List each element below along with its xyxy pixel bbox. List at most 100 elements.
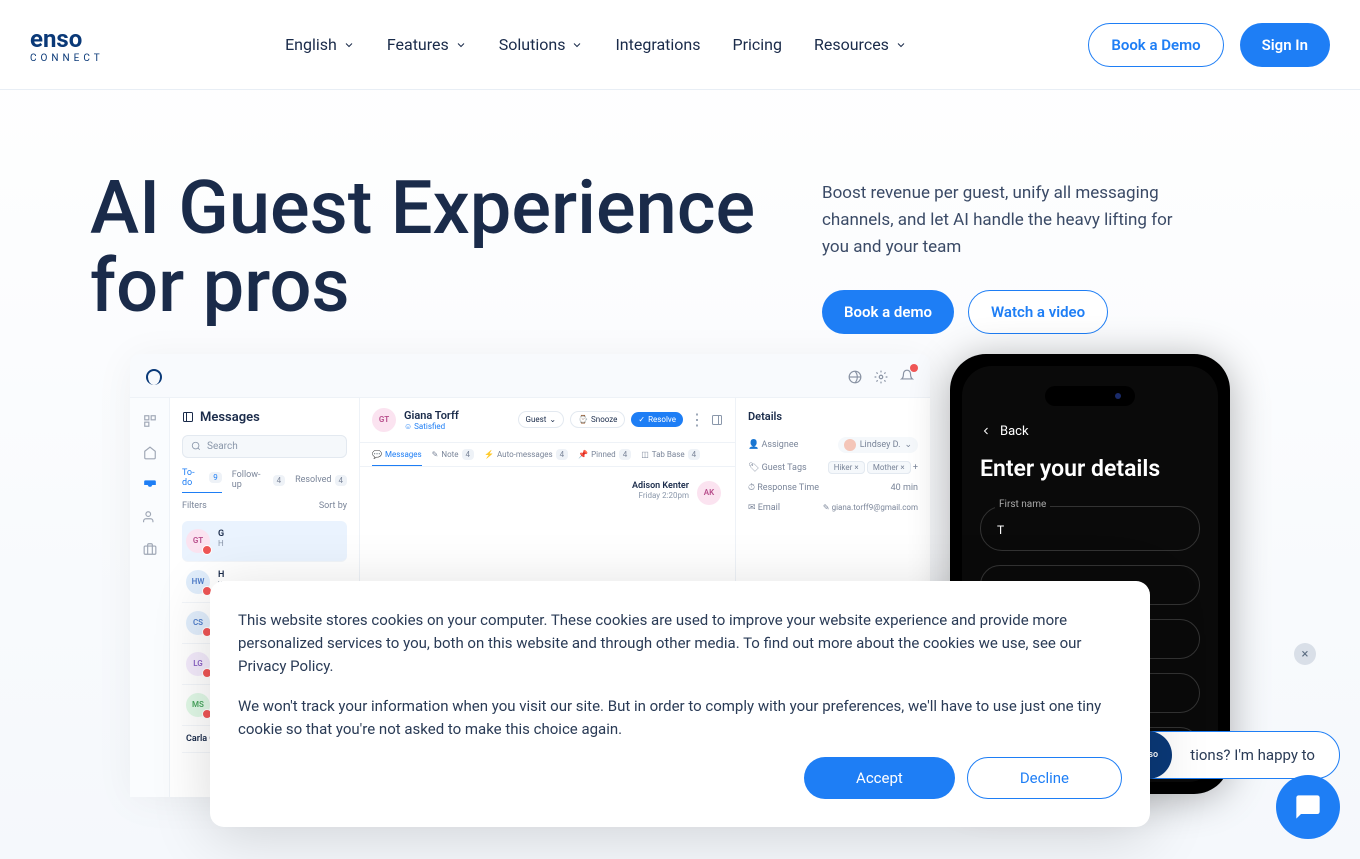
convo-avatar: LG	[186, 652, 210, 676]
filters-label: Filters	[182, 501, 207, 511]
mock-nav-rail	[130, 398, 170, 797]
chat-tabs: 💬 Messages ✎ Note 4 ⚡ Auto-messages 4 📌 …	[360, 443, 735, 467]
phone-first-name-field: First name T	[980, 506, 1200, 551]
phone-first-name-value: T	[997, 523, 1004, 537]
hero-book-demo-button[interactable]: Book a demo	[822, 290, 954, 334]
logo-top: enso	[30, 25, 82, 53]
conversation-search: Search	[182, 435, 347, 458]
convo-name: H	[218, 570, 343, 580]
list-filters-row: Filters Sort by	[182, 501, 347, 511]
detail-assignee: 👤 Assignee Lindsey D. ⌄	[748, 437, 918, 453]
chevron-down-icon	[571, 39, 583, 51]
hero-subtitle: Boost revenue per guest, unify all messa…	[822, 180, 1202, 262]
search-icon	[191, 441, 201, 451]
tab-resolved: Resolved 4	[295, 468, 347, 493]
header-buttons: Book a Demo Sign In	[1088, 23, 1330, 67]
hero-title: AI Guest Experience for pros	[90, 170, 762, 325]
mock-top-icons	[848, 368, 914, 387]
nav-integrations-label: Integrations	[615, 35, 700, 54]
conversation-tabs: To- do 9 Follow-up 4 Resolved 4	[182, 468, 347, 493]
nav-pricing[interactable]: Pricing	[733, 35, 783, 54]
chat-user-status: ☺ Satisfied	[404, 422, 459, 431]
convo-name: G	[218, 529, 343, 539]
chat-tab-note: ✎ Note 4	[432, 449, 474, 460]
cookie-text-1: This website stores cookies on your comp…	[238, 609, 1122, 679]
sign-in-button[interactable]: Sign In	[1240, 23, 1330, 67]
search-placeholder: Search	[207, 441, 238, 452]
chat-user: GT Giana Torff ☺ Satisfied	[372, 408, 459, 432]
detail-email-label: ✉ Email	[748, 503, 780, 513]
tab-todo-label: To- do	[182, 468, 206, 488]
tab-todo-count: 9	[209, 472, 222, 483]
sortby-label: Sort by	[319, 501, 347, 511]
chat-header: GT Giana Torff ☺ Satisfied Guest ⌄ ⌚ Sno…	[360, 398, 735, 443]
tab-followup-count: 4	[273, 475, 286, 486]
guest-chip: Guest ⌄	[518, 411, 565, 428]
tab-followup-label: Follow-up	[232, 470, 270, 490]
briefcase-icon	[143, 542, 157, 556]
chat-tab-messages: 💬 Messages	[372, 449, 422, 466]
cookie-accept-button[interactable]: Accept	[804, 757, 955, 799]
phone-title: Enter your details	[980, 455, 1200, 482]
detail-email: ✉ Email ✎ giana.torff9@gmail.com	[748, 503, 918, 513]
notification-badge	[910, 364, 918, 372]
chat-bubble[interactable]: enso tions? I'm happy to	[1129, 731, 1340, 779]
hero-buttons: Book a demo Watch a video	[822, 290, 1270, 334]
cookie-buttons: Accept Decline	[238, 757, 1122, 799]
nav-features-label: Features	[387, 35, 449, 54]
chat-tab-pinned: 📌 Pinned 4	[578, 449, 631, 460]
detail-tags-values: Hiker × Mother × +	[828, 463, 918, 473]
chat-actions: Guest ⌄ ⌚ Snooze ✓ Resolve ⋮	[518, 408, 724, 432]
detail-tags: 🏷 Guest Tags Hiker × Mother × +	[748, 463, 918, 473]
resolve-chip: ✓ Resolve	[631, 412, 683, 427]
chat-message-sender: Adison Kenter	[632, 481, 689, 491]
grid-icon	[143, 414, 157, 428]
nav-pricing-label: Pricing	[733, 35, 783, 54]
chat-message-avatar: AK	[697, 481, 721, 505]
site-header: enso CONNECT English Features Solutions …	[0, 0, 1360, 90]
chevron-down-icon	[455, 39, 467, 51]
nav-english[interactable]: English	[285, 35, 355, 54]
detail-response-label: ⏱ Response Time	[748, 483, 819, 493]
book-demo-button[interactable]: Book a Demo	[1088, 23, 1223, 67]
chat-bubble-close[interactable]: ×	[1294, 643, 1316, 665]
home-icon	[143, 446, 157, 460]
cookie-banner: This website stores cookies on your comp…	[210, 581, 1150, 827]
chat-message-meta: Adison Kenter Friday 2:20pm	[632, 481, 689, 500]
chat-user-avatar: GT	[372, 408, 396, 432]
chevron-down-icon	[895, 39, 907, 51]
panel-icon	[182, 411, 194, 423]
cookie-decline-button[interactable]: Decline	[967, 757, 1122, 799]
chevron-down-icon	[343, 39, 355, 51]
detail-assignee-label: 👤 Assignee	[748, 440, 798, 450]
detail-email-value: ✎ giana.torff9@gmail.com	[823, 503, 918, 512]
chat-icon	[1294, 793, 1322, 821]
detail-tags-label: 🏷 Guest Tags	[748, 463, 807, 473]
nav-english-label: English	[285, 35, 337, 54]
globe-icon	[848, 370, 862, 384]
users-icon	[143, 510, 157, 524]
phone-back-button: Back	[980, 424, 1200, 439]
tab-resolved-label: Resolved	[295, 475, 331, 485]
panel-right-icon	[711, 414, 723, 426]
phone-notch	[1045, 386, 1135, 406]
chat-tab-auto: ⚡ Auto-messages 4	[484, 449, 568, 460]
nav-integrations[interactable]: Integrations	[615, 35, 700, 54]
main-nav: English Features Solutions Integrations …	[285, 35, 907, 54]
convo-preview: H	[218, 539, 343, 548]
phone-first-name-label: First name	[995, 499, 1050, 510]
hero-section: AI Guest Experience for pros Boost reven…	[0, 90, 1360, 354]
convo-avatar: MS	[186, 693, 210, 717]
detail-assignee-value: Lindsey D. ⌄	[838, 437, 918, 453]
nav-solutions[interactable]: Solutions	[499, 35, 584, 54]
nav-resources[interactable]: Resources	[814, 35, 907, 54]
more-icon: ⋮	[689, 410, 705, 429]
convo-avatar: HW	[186, 570, 210, 594]
chat-tab-tabbase: ◫ Tab Base 4	[641, 449, 700, 460]
nav-features[interactable]: Features	[387, 35, 467, 54]
logo[interactable]: enso CONNECT	[30, 25, 104, 64]
watch-video-button[interactable]: Watch a video	[968, 290, 1108, 334]
tab-followup: Follow-up 4	[232, 468, 285, 493]
chat-fab-button[interactable]	[1276, 775, 1340, 839]
logo-bottom: CONNECT	[30, 53, 104, 64]
